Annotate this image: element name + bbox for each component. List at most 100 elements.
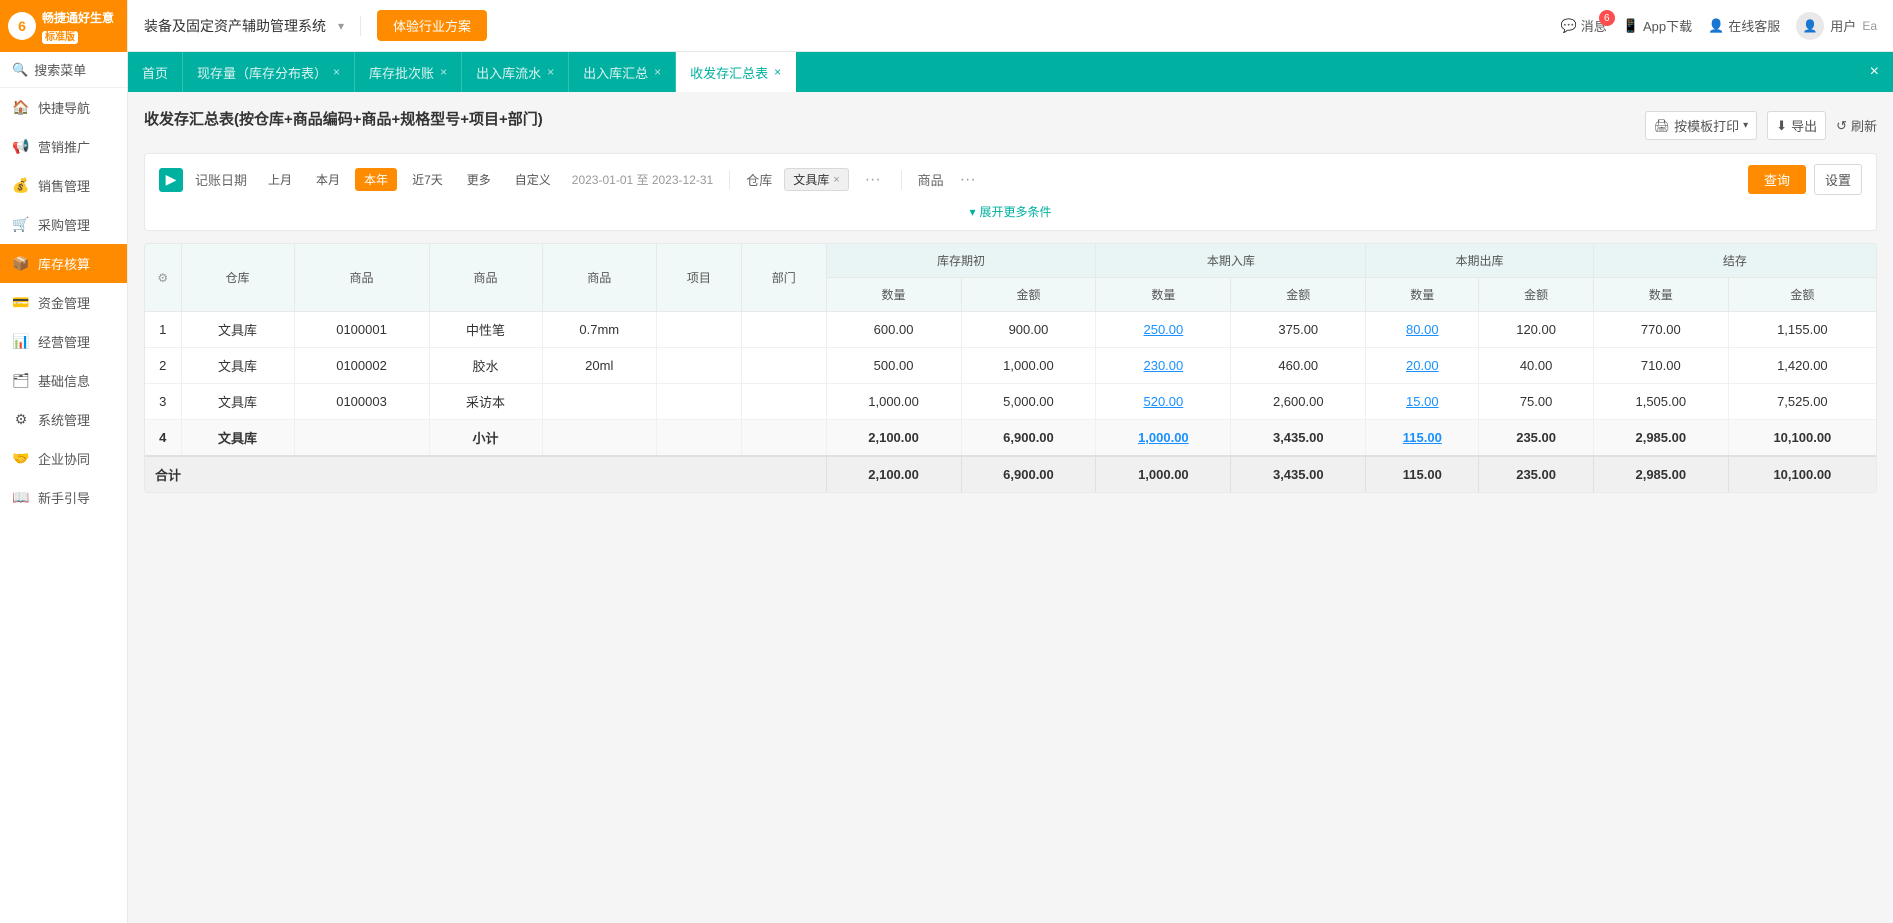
tab-inout-summary[interactable]: 出入库汇总 × [569,52,676,92]
sidebar-item-label: 采购管理 [38,215,90,234]
tab-close-icon[interactable]: × [774,65,781,79]
cell-code [294,420,429,457]
cell-out-amt: 75.00 [1479,384,1593,420]
filter-expand-button[interactable]: ▶ [159,168,183,192]
cell-balance-amt: 10,100.00 [1728,420,1876,457]
home-icon: 🏠 [12,99,30,117]
table-header-init-stock: 库存期初 [826,244,1096,278]
table-header-project: 项目 [656,244,741,312]
user-suffix: Ea [1862,19,1877,33]
cell-out-qty[interactable]: 20.00 [1366,348,1479,384]
tab-inventory-dist[interactable]: 现存量（库存分布表） × [183,52,355,92]
cell-out-amt: 235.00 [1479,420,1593,457]
date-btn-this-month[interactable]: 本月 [307,168,349,191]
filter-setting-button[interactable]: 设置 [1814,164,1862,195]
printer-icon: 🖨 [1654,118,1671,134]
sidebar-item-system[interactable]: ⚙ 系统管理 [0,400,127,439]
refresh-icon: ↺ [1836,118,1847,134]
tab-close-icon[interactable]: × [440,65,447,79]
table-subheader-init-qty: 数量 [826,278,961,312]
table-subheader-in-amt: 金额 [1231,278,1366,312]
cell-out-qty[interactable]: 80.00 [1366,312,1479,348]
sales-icon: 💰 [12,177,30,195]
sidebar-item-sales[interactable]: 💰 销售管理 [0,166,127,205]
message-badge: 6 [1599,10,1615,26]
sidebar-item-finance[interactable]: 💳 资金管理 [0,283,127,322]
tab-batch[interactable]: 库存批次账 × [355,52,462,92]
tab-close-icon[interactable]: × [654,65,661,79]
cell-out-qty[interactable]: 115.00 [1366,420,1479,457]
tab-bar: 首页 现存量（库存分布表） × 库存批次账 × 出入库流水 × 出入库汇总 × … [128,52,1893,92]
tab-close-icon[interactable]: × [333,65,340,79]
basic-info-icon: 🗂 [12,372,30,390]
warehouse-tag[interactable]: 文具库 × [784,168,848,191]
filter-date-label: 记账日期 [195,170,247,189]
cell-code: 0100001 [294,312,429,348]
sidebar-item-purchase[interactable]: 🛒 采购管理 [0,205,127,244]
date-btn-custom[interactable]: 自定义 [506,168,560,191]
cell-seq: 3 [145,384,181,420]
top-actions: 🖨 按模板打印 ▾ ⬇ 导出 ↺ 刷新 [1645,111,1877,140]
date-btn-this-year[interactable]: 本年 [355,168,397,191]
sidebar-item-marketing[interactable]: 📢 营销推广 [0,127,127,166]
sidebar-item-quick-nav[interactable]: 🏠 快捷导航 [0,88,127,127]
tab-close-icon[interactable]: × [547,65,554,79]
filter-row-1: ▶ 记账日期 上月 本月 本年 近7天 更多 自定义 2023-01-01 至 … [159,164,1862,195]
sidebar-item-management[interactable]: 📊 经营管理 [0,322,127,361]
warehouse-filter-label: 仓库 [746,170,772,189]
table-header-stock-in: 本期入库 [1096,244,1366,278]
table-row: 1 文具库 0100001 中性笔 0.7mm 600.00 900.00 25… [145,312,1876,348]
sidebar-item-label: 销售管理 [38,176,90,195]
footer-init-amt: 6,900.00 [961,456,1096,492]
sidebar-item-collab[interactable]: 🤝 企业协同 [0,439,127,478]
tab-bar-close-icon[interactable]: × [1856,63,1893,81]
cell-seq: 4 [145,420,181,457]
cell-out-qty[interactable]: 15.00 [1366,384,1479,420]
cell-code: 0100002 [294,348,429,384]
sidebar-item-inventory[interactable]: 📦 库存核算 [0,244,127,283]
sidebar-item-guide[interactable]: 📖 新手引导 [0,478,127,517]
tab-label: 出入库流水 [476,63,541,82]
message-button[interactable]: 💬 消息 6 [1561,16,1607,35]
expand-more-button[interactable]: ▾ 展开更多条件 [969,203,1051,220]
warehouse-tag-close-icon[interactable]: × [833,174,839,186]
cell-seq: 2 [145,348,181,384]
tab-inout-flow[interactable]: 出入库流水 × [462,52,569,92]
cell-project [656,348,741,384]
cell-init-qty: 2,100.00 [826,420,961,457]
app-download-button[interactable]: 📱 App下载 [1623,16,1692,35]
cell-in-qty[interactable]: 1,000.00 [1096,420,1231,457]
system-title-dropdown-icon[interactable]: ▾ [338,19,344,33]
tab-home-label: 首页 [142,63,168,82]
footer-in-qty: 1,000.00 [1096,456,1231,492]
warehouse-filter-more-icon[interactable]: ··· [861,171,885,189]
tab-home[interactable]: 首页 [128,52,183,92]
cell-in-qty[interactable]: 520.00 [1096,384,1231,420]
query-button[interactable]: 查询 [1748,165,1806,194]
cell-init-qty: 1,000.00 [826,384,961,420]
gear-icon[interactable]: ⚙ [157,271,168,285]
cell-in-qty[interactable]: 230.00 [1096,348,1231,384]
sidebar-item-basic-info[interactable]: 🗂 基础信息 [0,361,127,400]
data-table-container: ⚙ 仓库 商品 商品 商品 项目 部门 库存期初 本期入库 本期出库 结存 [144,243,1877,493]
tab-receive-issue-summary[interactable]: 收发存汇总表 × [676,52,796,92]
sidebar-search[interactable]: 🔍 搜索菜单 [0,52,127,88]
goods-filter-more-icon[interactable]: ··· [956,171,980,189]
export-button[interactable]: ⬇ 导出 [1767,111,1826,140]
date-btn-prev-month[interactable]: 上月 [259,168,301,191]
date-btn-7days[interactable]: 近7天 [403,168,452,191]
online-service-button[interactable]: 👤 在线客服 [1708,16,1780,35]
refresh-button[interactable]: ↺ 刷新 [1836,116,1877,135]
cell-init-amt: 900.00 [961,312,1096,348]
date-btn-more[interactable]: 更多 [458,168,500,191]
cell-dept [741,312,826,348]
cell-balance-amt: 1,155.00 [1728,312,1876,348]
cell-balance-qty: 710.00 [1593,348,1728,384]
user-area[interactable]: 👤 用户 Ea [1796,12,1877,40]
cell-seq: 1 [145,312,181,348]
cell-in-qty[interactable]: 250.00 [1096,312,1231,348]
print-button[interactable]: 🖨 按模板打印 ▾ [1645,111,1758,140]
trial-button[interactable]: 体验行业方案 [377,10,487,41]
tab-label: 库存批次账 [369,63,434,82]
search-icon: 🔍 [12,62,28,78]
